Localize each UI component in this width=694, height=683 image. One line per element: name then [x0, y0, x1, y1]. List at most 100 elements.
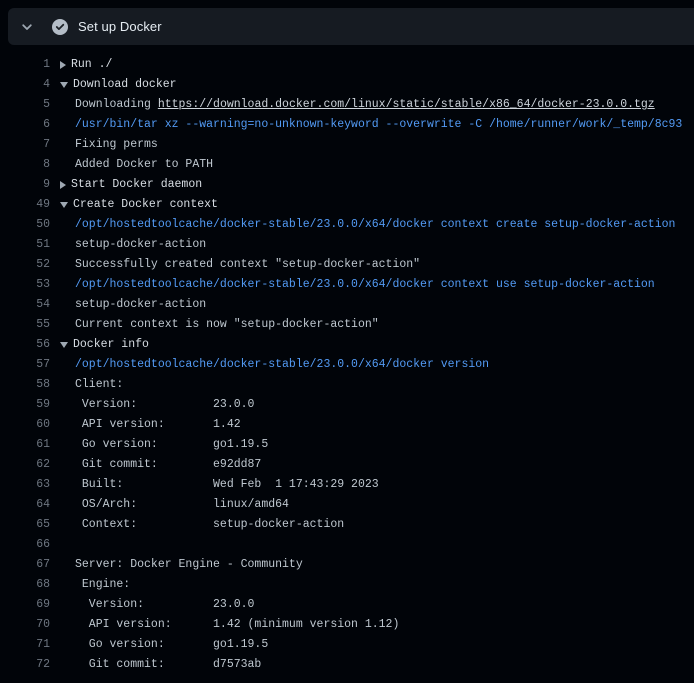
- log-line: 62 Git commit: e92dd87: [0, 455, 694, 475]
- log-line: 57/opt/hostedtoolcache/docker-stable/23.…: [0, 355, 694, 375]
- triangle-right-icon[interactable]: [60, 181, 66, 189]
- log-text: API version: 1.42 (minimum version 1.12): [60, 615, 694, 635]
- line-number[interactable]: 63: [0, 475, 50, 495]
- line-number[interactable]: 54: [0, 295, 50, 315]
- log-text: Engine:: [60, 575, 694, 595]
- log-text: Fixing perms: [60, 135, 694, 155]
- line-number[interactable]: 68: [0, 575, 50, 595]
- log-text: Version: 23.0.0: [60, 395, 694, 415]
- log-line: 1 Run ./: [0, 55, 694, 75]
- log-text: Built: Wed Feb 1 17:43:29 2023: [60, 475, 694, 495]
- check-circle-icon: [52, 19, 68, 35]
- triangle-right-icon[interactable]: [60, 61, 66, 69]
- line-number[interactable]: 49: [0, 195, 50, 215]
- log-line: 50/opt/hostedtoolcache/docker-stable/23.…: [0, 215, 694, 235]
- log-link[interactable]: https://download.docker.com/linux/static…: [158, 95, 655, 115]
- log-message: Download docker: [73, 75, 177, 95]
- log-text: Git commit: d7573ab: [60, 655, 694, 675]
- line-number[interactable]: 8: [0, 155, 50, 175]
- log-group-toggle[interactable]: Docker info: [60, 335, 694, 355]
- log-text: Go version: go1.19.5: [60, 435, 694, 455]
- triangle-down-icon[interactable]: [60, 342, 68, 348]
- log-line: 6/usr/bin/tar xz --warning=no-unknown-ke…: [0, 115, 694, 135]
- log-text: /opt/hostedtoolcache/docker-stable/23.0.…: [60, 355, 694, 375]
- line-number[interactable]: 53: [0, 275, 50, 295]
- log-message: API version: 1.42 (minimum version 1.12): [75, 615, 399, 635]
- log-line: 69 Version: 23.0.0: [0, 595, 694, 615]
- log-line: 65 Context: setup-docker-action: [0, 515, 694, 535]
- log-text: setup-docker-action: [60, 235, 694, 255]
- line-number[interactable]: 57: [0, 355, 50, 375]
- log-line: 63 Built: Wed Feb 1 17:43:29 2023: [0, 475, 694, 495]
- log-line: 72 Git commit: d7573ab: [0, 655, 694, 675]
- log-line: 52 Successfully created context "setup-do…: [0, 255, 694, 275]
- line-number[interactable]: 64: [0, 495, 50, 515]
- log-message: setup-docker-action: [75, 235, 206, 255]
- line-number[interactable]: 59: [0, 395, 50, 415]
- log-text: Added Docker to PATH: [60, 155, 694, 175]
- line-number[interactable]: 72: [0, 655, 50, 675]
- log-line: 64 OS/Arch: linux/amd64: [0, 495, 694, 515]
- line-number[interactable]: 69: [0, 595, 50, 615]
- line-number[interactable]: 4: [0, 75, 50, 95]
- log-text: OS/Arch: linux/amd64: [60, 495, 694, 515]
- line-number[interactable]: 50: [0, 215, 50, 235]
- log-message: Engine:: [75, 575, 130, 595]
- log-line: 68 Engine:: [0, 575, 694, 595]
- line-number[interactable]: 51: [0, 235, 50, 255]
- line-number[interactable]: 56: [0, 335, 50, 355]
- line-number[interactable]: 67: [0, 555, 50, 575]
- log-line: 51 setup-docker-action: [0, 235, 694, 255]
- log-message: Context: setup-docker-action: [75, 515, 344, 535]
- log-line: 61 Go version: go1.19.5: [0, 435, 694, 455]
- line-number[interactable]: 1: [0, 55, 50, 75]
- line-number[interactable]: 55: [0, 315, 50, 335]
- command-text: /opt/hostedtoolcache/docker-stable/23.0.…: [75, 215, 675, 235]
- line-number[interactable]: 61: [0, 435, 50, 455]
- log-message: Fixing perms: [75, 135, 158, 155]
- log-text: Server: Docker Engine - Community: [60, 555, 694, 575]
- line-number[interactable]: 70: [0, 615, 50, 635]
- line-number[interactable]: 65: [0, 515, 50, 535]
- step-header[interactable]: Set up Docker: [8, 8, 694, 45]
- log-line: 8 Added Docker to PATH: [0, 155, 694, 175]
- log-message: Added Docker to PATH: [75, 155, 213, 175]
- log-message: Start Docker daemon: [71, 175, 202, 195]
- line-number[interactable]: 66: [0, 535, 50, 555]
- log-text: Go version: go1.19.5: [60, 635, 694, 655]
- triangle-down-icon[interactable]: [60, 202, 68, 208]
- line-number[interactable]: 60: [0, 415, 50, 435]
- log-group-toggle[interactable]: Run ./: [60, 55, 694, 75]
- command-text: /opt/hostedtoolcache/docker-stable/23.0.…: [75, 355, 489, 375]
- log-line: 71 Go version: go1.19.5: [0, 635, 694, 655]
- line-number[interactable]: 58: [0, 375, 50, 395]
- log-text: Successfully created context "setup-dock…: [60, 255, 694, 275]
- line-number[interactable]: 62: [0, 455, 50, 475]
- log-line: 70 API version: 1.42 (minimum version 1.…: [0, 615, 694, 635]
- log-text: /opt/hostedtoolcache/docker-stable/23.0.…: [60, 275, 694, 295]
- line-number[interactable]: 7: [0, 135, 50, 155]
- log-message: Successfully created context "setup-dock…: [75, 255, 420, 275]
- line-number[interactable]: 5: [0, 95, 50, 115]
- chevron-down-icon[interactable]: [20, 20, 34, 34]
- log-group-toggle[interactable]: Create Docker context: [60, 195, 694, 215]
- command-text: /opt/hostedtoolcache/docker-stable/23.0.…: [75, 275, 655, 295]
- log-text: setup-docker-action: [60, 295, 694, 315]
- log-line: 7 Fixing perms: [0, 135, 694, 155]
- line-number[interactable]: 9: [0, 175, 50, 195]
- log-message: setup-docker-action: [75, 295, 206, 315]
- log-container: 1Run ./4Download docker5Downloading http…: [0, 45, 694, 675]
- log-message: Git commit: e92dd87: [75, 455, 261, 475]
- line-number[interactable]: 6: [0, 115, 50, 135]
- actions-log-viewer: Set up Docker 1 Run ./ 4 Download docker 5 Do…: [0, 0, 694, 683]
- log-text: Context: setup-docker-action: [60, 515, 694, 535]
- log-line: 9 Start Docker daemon: [0, 175, 694, 195]
- log-line: 60 API version: 1.42: [0, 415, 694, 435]
- line-number[interactable]: 52: [0, 255, 50, 275]
- triangle-down-icon[interactable]: [60, 82, 68, 88]
- log-group-toggle[interactable]: Download docker: [60, 75, 694, 95]
- line-number[interactable]: 71: [0, 635, 50, 655]
- log-line: 55Current context is now "setup-docker-a…: [0, 315, 694, 335]
- log-message: Built: Wed Feb 1 17:43:29 2023: [75, 475, 379, 495]
- log-group-toggle[interactable]: Start Docker daemon: [60, 175, 694, 195]
